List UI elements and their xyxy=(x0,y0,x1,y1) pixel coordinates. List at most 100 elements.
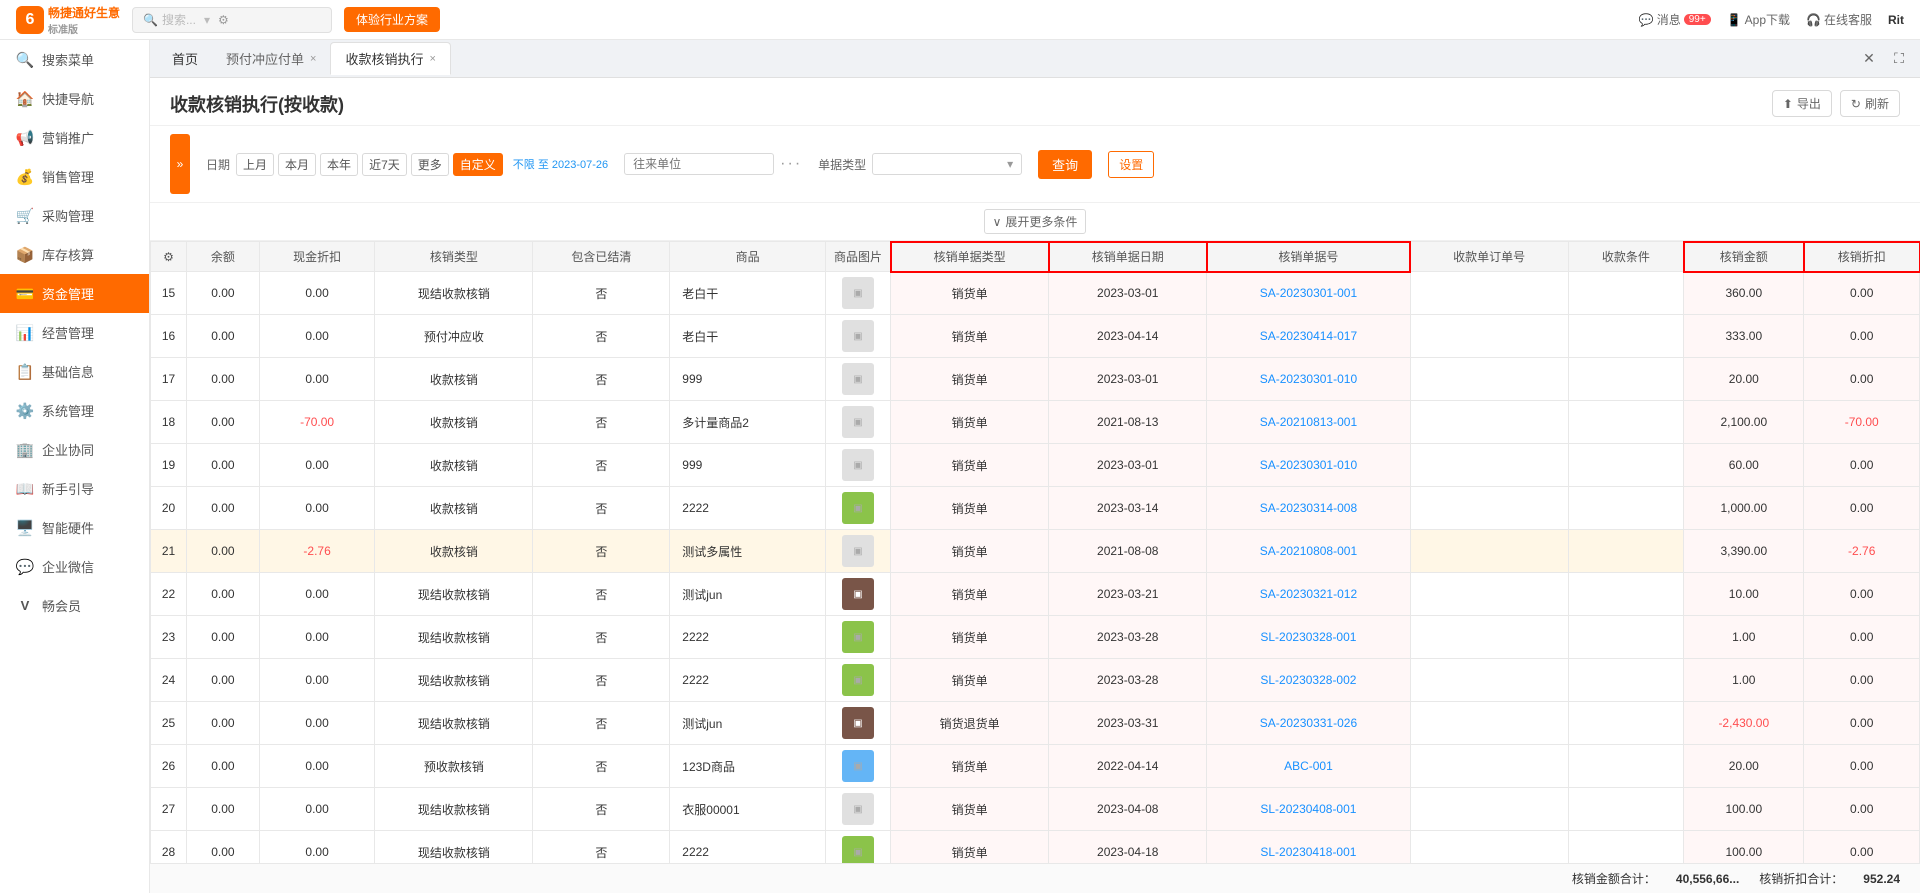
bill-no-link[interactable]: SA-20230314-008 xyxy=(1260,501,1357,515)
sidebar-item-quicknav[interactable]: 🏠 快捷导航 xyxy=(0,79,149,118)
sidebar-label-finance: 资金管理 xyxy=(42,284,94,303)
cell-bill-type: 销货退货单 xyxy=(891,702,1049,745)
cell-writeoff-type: 现结收款核销 xyxy=(375,616,533,659)
sidebar-item-inventory[interactable]: 📦 库存核算 xyxy=(0,235,149,274)
bill-no-link[interactable]: SA-20230331-026 xyxy=(1260,716,1357,730)
sidebar-item-wechat[interactable]: 💬 企业微信 xyxy=(0,547,149,586)
tab-close-btn[interactable]: ✕ xyxy=(1856,46,1882,72)
gear-icon[interactable]: ⚙ xyxy=(218,13,229,27)
top-search-bar[interactable]: 🔍 搜索... ▾ ⚙ xyxy=(132,7,332,33)
bill-no-link[interactable]: SL-20230418-001 xyxy=(1260,845,1356,859)
operation-icon: 📊 xyxy=(16,324,34,342)
search-icon: 🔍 xyxy=(16,51,34,69)
cell-cash-discount: 0.00 xyxy=(259,659,374,702)
expand-bar: ∨ 展开更多条件 xyxy=(150,203,1920,241)
tab-writeoff-close[interactable]: × xyxy=(429,53,435,65)
tab-prepay-close[interactable]: × xyxy=(310,53,316,65)
bill-type-select[interactable]: ▾ xyxy=(872,153,1022,175)
sidebar-item-finance[interactable]: 💳 资金管理 xyxy=(0,274,149,313)
cell-receipt-order-no xyxy=(1410,745,1568,788)
date-btn-more[interactable]: 更多 xyxy=(411,153,449,176)
tab-prepay[interactable]: 预付冲应付单 × xyxy=(212,43,330,74)
date-btn-this-year[interactable]: 本年 xyxy=(320,153,358,176)
message-btn[interactable]: 💬 消息 99+ xyxy=(1639,11,1711,28)
cell-goods: 老白干 xyxy=(670,272,826,315)
sidebar-item-corp[interactable]: 🏢 企业协同 xyxy=(0,430,149,469)
cell-bill-type: 销货单 xyxy=(891,530,1049,573)
expand-icon: ∨ xyxy=(993,215,1002,229)
sales-icon: 💰 xyxy=(16,168,34,186)
cell-writeoff-type: 现结收款核销 xyxy=(375,831,533,864)
setting-btn[interactable]: 设置 xyxy=(1108,151,1154,178)
cell-receipt-condition xyxy=(1568,831,1683,864)
date-btn-this-month[interactable]: 本月 xyxy=(278,153,316,176)
bill-no-link[interactable]: SL-20230328-002 xyxy=(1260,673,1356,687)
sidebar-item-basic[interactable]: 📋 基础信息 xyxy=(0,352,149,391)
bill-no-link[interactable]: SA-20230301-001 xyxy=(1260,286,1357,300)
from-unit-input[interactable] xyxy=(624,153,774,175)
cell-cash-discount: 0.00 xyxy=(259,444,374,487)
sidebar-item-operation[interactable]: 📊 经营管理 xyxy=(0,313,149,352)
tab-maximize-btn[interactable]: ⛶ xyxy=(1886,46,1912,72)
table-row: 26 0.00 0.00 预收款核销 否 123D商品 ▣ 销货单 2022-0… xyxy=(151,745,1920,788)
date-btn-7days[interactable]: 近7天 xyxy=(362,153,407,176)
bill-no-link[interactable]: SA-20210808-001 xyxy=(1260,544,1357,558)
sidebar-item-system[interactable]: ⚙️ 系统管理 xyxy=(0,391,149,430)
user-name[interactable]: Rit xyxy=(1888,13,1904,27)
sidebar-item-sales[interactable]: 💰 销售管理 xyxy=(0,157,149,196)
refresh-btn[interactable]: ↻ 刷新 xyxy=(1840,90,1900,117)
cell-bill-type: 销货单 xyxy=(891,659,1049,702)
cell-cash-discount: 0.00 xyxy=(259,487,374,530)
top-bar-right: 💬 消息 99+ 📱 App下载 🎧 在线客服 Rit xyxy=(1639,11,1904,28)
bill-no-link[interactable]: SA-20210813-001 xyxy=(1260,415,1357,429)
message-badge: 99+ xyxy=(1684,14,1711,25)
cell-goods: 测试jun xyxy=(670,702,826,745)
cell-bill-no: SL-20230418-001 xyxy=(1207,831,1410,864)
sidebar-label-quicknav: 快捷导航 xyxy=(42,89,94,108)
date-btn-last-month[interactable]: 上月 xyxy=(236,153,274,176)
cell-writeoff-discount: -70.00 xyxy=(1804,401,1920,444)
logo-icon: 6 xyxy=(16,6,44,34)
cell-writeoff-amount: 100.00 xyxy=(1684,788,1804,831)
table-container[interactable]: ⚙ 余额 现金折扣 核销类型 包含已结清 商品 商品图片 核销单据类型 核销单据… xyxy=(150,241,1920,863)
sidebar-item-search[interactable]: 🔍 搜索菜单 xyxy=(0,40,149,79)
industry-btn[interactable]: 体验行业方案 xyxy=(344,7,440,32)
sidebar-item-member[interactable]: V 畅会员 xyxy=(0,586,149,625)
bill-no-link[interactable]: SA-20230301-010 xyxy=(1260,372,1357,386)
cell-writeoff-amount: -2,430.00 xyxy=(1684,702,1804,745)
bill-no-link[interactable]: SA-20230301-010 xyxy=(1260,458,1357,472)
tab-writeoff[interactable]: 收款核销执行 × xyxy=(330,42,450,75)
export-btn[interactable]: ⬆ 导出 xyxy=(1772,90,1832,117)
bill-no-link[interactable]: SA-20230321-012 xyxy=(1260,587,1357,601)
table-body: 15 0.00 0.00 现结收款核销 否 老白干 ▣ 销货单 2023-03-… xyxy=(151,272,1920,864)
online-service-btn[interactable]: 🎧 在线客服 xyxy=(1806,11,1872,28)
cell-writeoff-discount: 0.00 xyxy=(1804,788,1920,831)
sidebar-item-marketing[interactable]: 📢 营销推广 xyxy=(0,118,149,157)
cell-writeoff-type: 收款核销 xyxy=(375,487,533,530)
query-btn[interactable]: 查询 xyxy=(1038,150,1092,179)
collapse-btn[interactable]: » xyxy=(170,134,190,194)
sidebar-item-purchase[interactable]: 🛒 采购管理 xyxy=(0,196,149,235)
app-download-btn[interactable]: 📱 App下载 xyxy=(1727,11,1790,28)
tab-home[interactable]: 首页 xyxy=(158,43,212,74)
bill-no-link[interactable]: SL-20230328-001 xyxy=(1260,630,1356,644)
cell-writeoff-discount: 0.00 xyxy=(1804,616,1920,659)
cell-include-settled: 否 xyxy=(533,616,670,659)
tab-home-label: 首页 xyxy=(172,49,198,68)
cell-id: 27 xyxy=(151,788,187,831)
bill-no-link[interactable]: ABC-001 xyxy=(1284,759,1333,773)
from-unit-dots[interactable]: ··· xyxy=(780,155,802,173)
bill-no-link[interactable]: SA-20230414-017 xyxy=(1260,329,1357,343)
table-header-row: ⚙ 余额 现金折扣 核销类型 包含已结清 商品 商品图片 核销单据类型 核销单据… xyxy=(151,242,1920,272)
bill-no-link[interactable]: SL-20230408-001 xyxy=(1260,802,1356,816)
expand-more-btn[interactable]: ∨ 展开更多条件 xyxy=(984,209,1087,234)
date-btn-custom[interactable]: 自定义 xyxy=(453,153,503,176)
th-settings[interactable]: ⚙ xyxy=(151,242,187,272)
cell-writeoff-amount: 20.00 xyxy=(1684,358,1804,401)
cell-receipt-order-no xyxy=(1410,444,1568,487)
app-logo: 6 畅捷通好生意 标准版 xyxy=(16,4,120,36)
cell-bill-type: 销货单 xyxy=(891,272,1049,315)
sidebar-item-hardware[interactable]: 🖥️ 智能硬件 xyxy=(0,508,149,547)
cell-writeoff-type: 现结收款核销 xyxy=(375,573,533,616)
sidebar-item-guide[interactable]: 📖 新手引导 xyxy=(0,469,149,508)
